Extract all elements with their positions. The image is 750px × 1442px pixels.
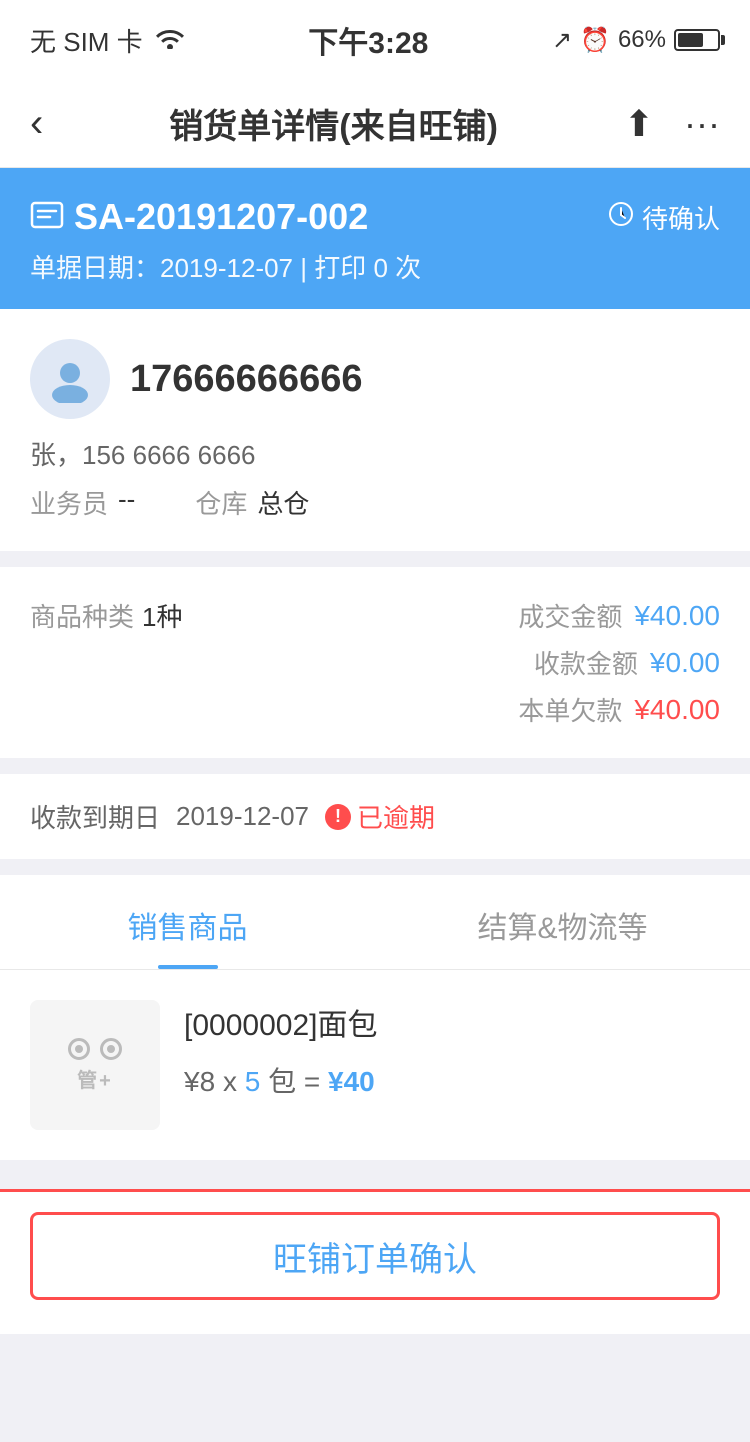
order-id: SA-20191207-002 xyxy=(30,196,368,238)
received-label: 收款金额 xyxy=(534,644,638,681)
warehouse-meta: 仓库 总仓 xyxy=(195,484,309,521)
amount-row: 成交金额 ¥40.00 xyxy=(518,597,720,634)
summary-left: 商品种类 1种 xyxy=(30,597,182,634)
order-icon xyxy=(30,196,64,238)
order-status: 待确认 xyxy=(608,199,720,236)
status-bar: 无 SIM 卡 下午3:28 ↗ ⏰ 66% xyxy=(0,0,750,80)
summary-right: 成交金额 ¥40.00 收款金额 ¥0.00 本单欠款 ¥40.00 xyxy=(518,597,720,728)
owl-text: 管+ xyxy=(77,1064,113,1093)
equals-symbol: = xyxy=(304,1066,328,1097)
product-price: ¥8 x 5 包 = ¥40 xyxy=(184,1060,720,1100)
summary-card: 商品种类 1种 成交金额 ¥40.00 收款金额 ¥0.00 本单欠款 ¥40.… xyxy=(0,567,750,758)
battery-label: 66% xyxy=(618,26,666,54)
owl-eye-left xyxy=(68,1038,90,1060)
customer-top: 17666666666 xyxy=(30,339,720,419)
tab-settlement[interactable]: 结算&物流等 xyxy=(375,875,750,969)
price-qty: 5 xyxy=(245,1066,261,1097)
carrier-label: 无 SIM 卡 xyxy=(30,22,143,59)
product-name: [0000002]面包 xyxy=(184,1000,720,1044)
sales-value: -- xyxy=(118,484,135,521)
order-date: 单据日期：2019-12-07 | 打印 0 次 xyxy=(30,248,720,285)
confirm-order-button[interactable]: 旺铺订单确认 xyxy=(30,1212,720,1300)
amount-label: 成交金额 xyxy=(518,597,622,634)
product-card: 管+ [0000002]面包 ¥8 x 5 包 = ¥40 xyxy=(0,970,750,1160)
customer-info: 张，156 6666 6666 xyxy=(30,435,720,472)
wifi-icon xyxy=(155,25,185,56)
due-label: 收款到期日 xyxy=(30,798,160,835)
order-header-top: SA-20191207-002 待确认 xyxy=(30,196,720,238)
owl-eyes xyxy=(68,1038,122,1060)
types-label: 商品种类 xyxy=(30,597,134,634)
tab-products[interactable]: 销售商品 xyxy=(0,875,375,969)
status-right: ↗ ⏰ 66% xyxy=(552,26,720,55)
more-icon[interactable]: ··· xyxy=(684,103,720,145)
order-header: SA-20191207-002 待确认 单据日期：2019-12-07 | 打印… xyxy=(0,168,750,309)
sales-label: 业务员 xyxy=(30,484,108,521)
owed-label: 本单欠款 xyxy=(518,691,622,728)
overdue-icon: ! xyxy=(325,804,351,830)
warehouse-value: 总仓 xyxy=(257,484,309,521)
confirm-button-wrap: 旺铺订单确认 xyxy=(0,1189,750,1334)
owed-row: 本单欠款 ¥40.00 xyxy=(518,691,720,728)
alarm-icon: ⏰ xyxy=(580,26,610,55)
battery-fill xyxy=(678,33,703,47)
due-card: 收款到期日 2019-12-07 ! 已逾期 xyxy=(0,774,750,859)
multiply-symbol: x xyxy=(223,1066,245,1097)
received-row: 收款金额 ¥0.00 xyxy=(534,644,720,681)
warehouse-label: 仓库 xyxy=(195,484,247,521)
product-thumbnail: 管+ xyxy=(30,1000,160,1130)
owl-eye-right xyxy=(100,1038,122,1060)
overdue-badge: ! 已逾期 xyxy=(325,798,435,835)
price-unit: ¥8 xyxy=(184,1066,215,1097)
received-value: ¥0.00 xyxy=(650,647,720,679)
due-date: 2019-12-07 xyxy=(176,801,309,832)
status-left: 无 SIM 卡 xyxy=(30,22,185,59)
clock-icon xyxy=(608,201,634,234)
owl-logo: 管+ xyxy=(68,1038,122,1093)
types-value: 1种 xyxy=(142,597,182,634)
customer-card: 17666666666 张，156 6666 6666 业务员 -- 仓库 总仓 xyxy=(0,309,750,551)
avatar xyxy=(30,339,110,419)
battery-icon xyxy=(674,29,720,51)
price-total: ¥40 xyxy=(328,1066,375,1097)
page-title: 销货单详情(来自旺铺) xyxy=(169,99,498,148)
location-icon: ↗ xyxy=(552,26,572,55)
types-row: 商品种类 1种 xyxy=(30,597,182,634)
summary-row: 商品种类 1种 成交金额 ¥40.00 收款金额 ¥0.00 本单欠款 ¥40.… xyxy=(30,597,720,728)
customer-meta: 业务员 -- 仓库 总仓 xyxy=(30,484,720,521)
nav-bar: ‹ 销货单详情(来自旺铺) ⬆ ··· xyxy=(0,80,750,168)
unit-label: 包 xyxy=(268,1066,296,1097)
sales-meta: 业务员 -- xyxy=(30,484,135,521)
tabs-bar: 销售商品 结算&物流等 xyxy=(0,875,750,970)
share-icon[interactable]: ⬆ xyxy=(624,103,654,145)
customer-phone: 17666666666 xyxy=(130,358,362,401)
overdue-text: 已逾期 xyxy=(357,798,435,835)
product-info: [0000002]面包 ¥8 x 5 包 = ¥40 xyxy=(184,1000,720,1100)
amount-value: ¥40.00 xyxy=(634,600,720,632)
status-time: 下午3:28 xyxy=(308,18,428,62)
owed-value: ¥40.00 xyxy=(634,694,720,726)
back-button[interactable]: ‹ xyxy=(30,101,43,146)
nav-actions: ⬆ ··· xyxy=(624,103,720,145)
